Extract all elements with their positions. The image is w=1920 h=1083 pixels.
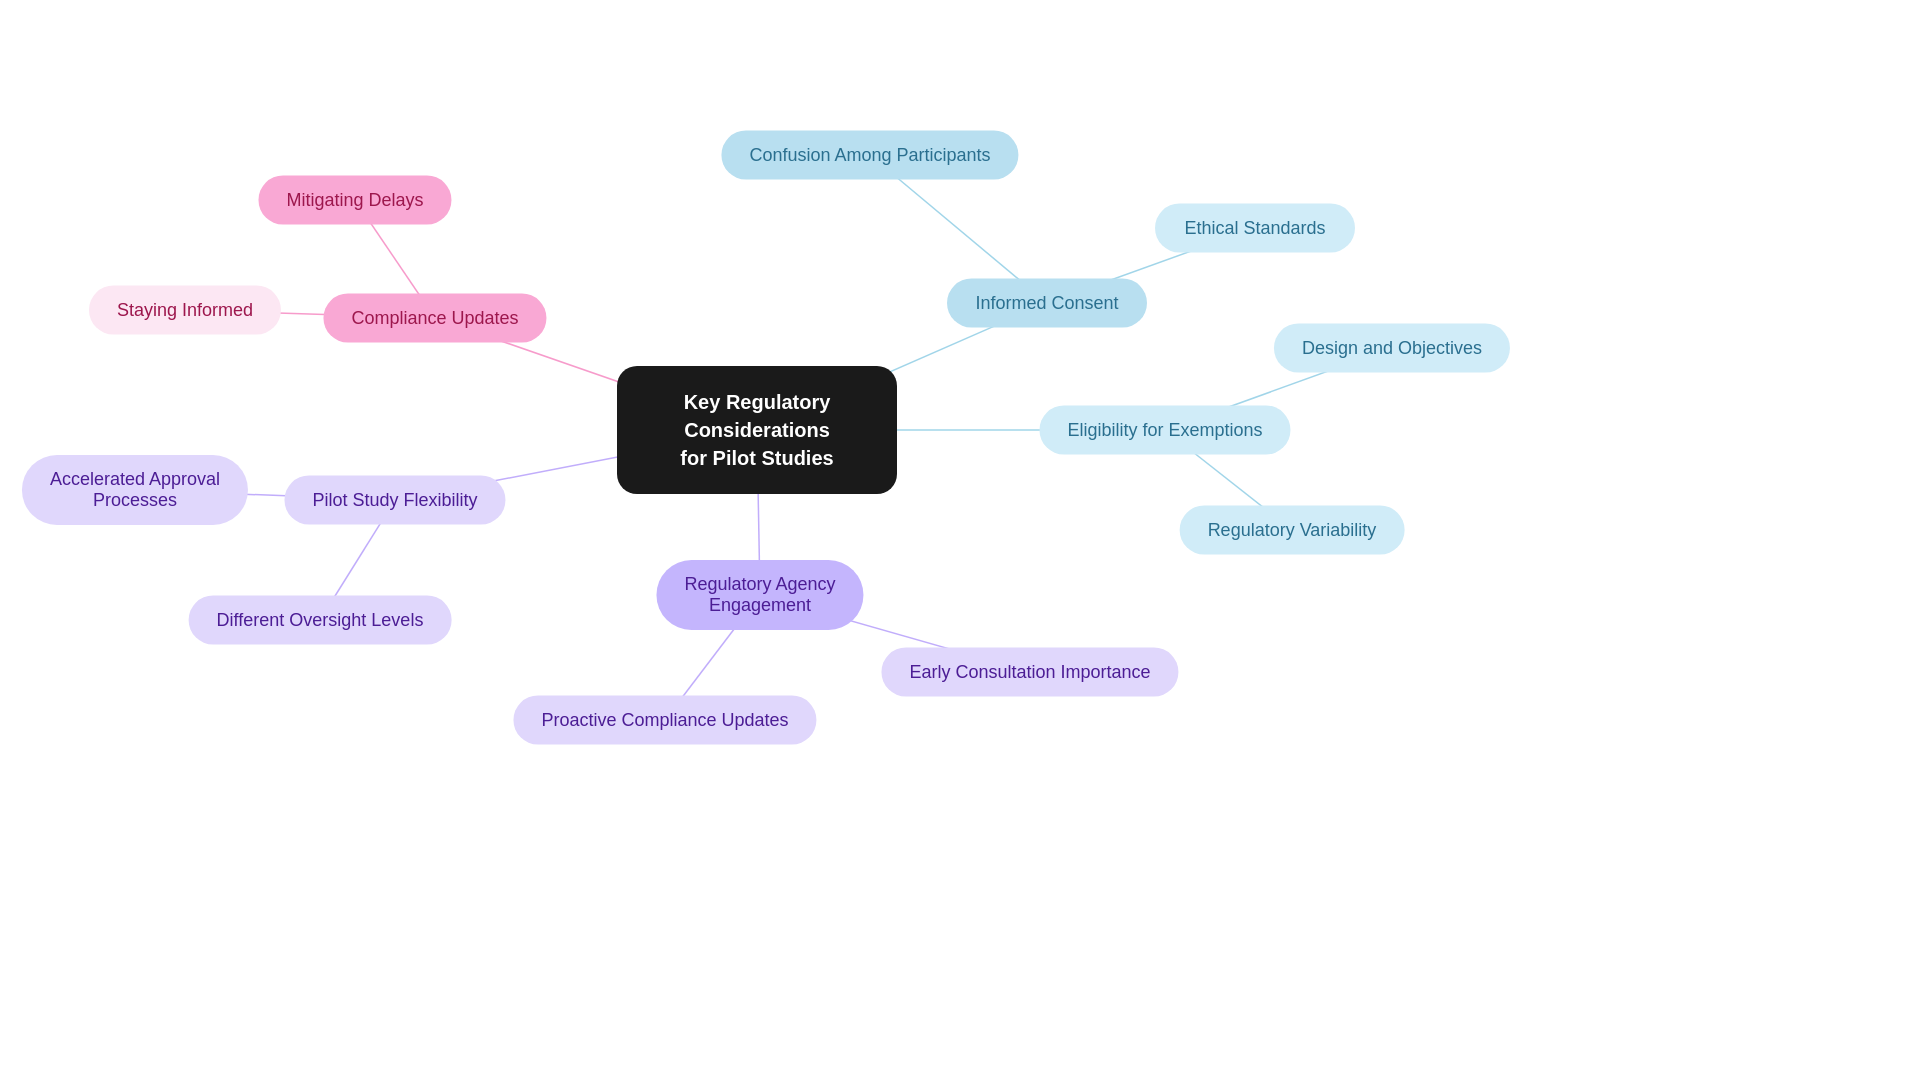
center-node[interactable]: Key Regulatory Considerationsfor Pilot S…	[617, 366, 897, 494]
staying-informed-node[interactable]: Staying Informed	[89, 286, 281, 335]
different-oversight-node[interactable]: Different Oversight Levels	[189, 596, 452, 645]
compliance-updates-node[interactable]: Compliance Updates	[323, 294, 546, 343]
ethical-standards-node[interactable]: Ethical Standards	[1155, 204, 1355, 253]
regulatory-agency-engagement-node[interactable]: Regulatory AgencyEngagement	[656, 560, 863, 630]
regulatory-variability-node[interactable]: Regulatory Variability	[1180, 506, 1405, 555]
early-consultation-node[interactable]: Early Consultation Importance	[881, 648, 1178, 697]
proactive-compliance-node[interactable]: Proactive Compliance Updates	[513, 696, 816, 745]
mitigating-delays-node[interactable]: Mitigating Delays	[258, 176, 451, 225]
pilot-study-flexibility-node[interactable]: Pilot Study Flexibility	[284, 476, 505, 525]
confusion-participants-node[interactable]: Confusion Among Participants	[721, 131, 1018, 180]
design-objectives-node[interactable]: Design and Objectives	[1274, 324, 1510, 373]
eligibility-exemptions-node[interactable]: Eligibility for Exemptions	[1039, 406, 1290, 455]
accelerated-approval-node[interactable]: Accelerated ApprovalProcesses	[22, 455, 248, 525]
informed-consent-node[interactable]: Informed Consent	[947, 279, 1147, 328]
